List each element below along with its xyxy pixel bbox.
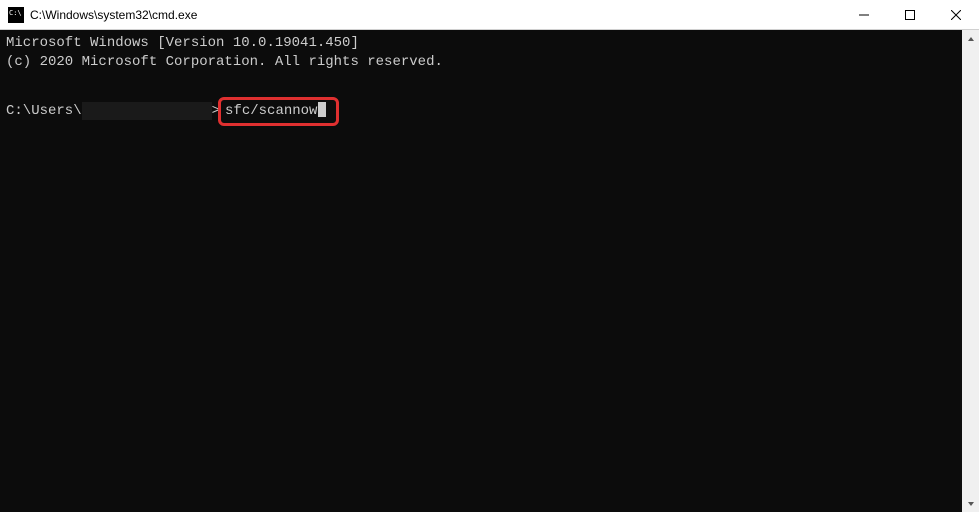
close-button[interactable] [933,0,979,29]
copyright-line: (c) 2020 Microsoft Corporation. All righ… [6,53,973,72]
scroll-up-arrow-icon[interactable] [962,30,979,47]
cursor-icon [318,102,326,117]
window-controls [841,0,979,29]
terminal-area[interactable]: Microsoft Windows [Version 10.0.19041.45… [0,30,979,512]
version-line: Microsoft Windows [Version 10.0.19041.45… [6,34,973,53]
blank-line [6,72,973,91]
redacted-username [82,102,212,120]
minimize-button[interactable] [841,0,887,29]
titlebar[interactable]: C:\Windows\system32\cmd.exe [0,0,979,30]
prompt-line: C:\Users\ > sfc/scannow [6,97,973,126]
prompt-path-prefix: C:\Users\ [6,102,82,121]
maximize-button[interactable] [887,0,933,29]
scroll-track[interactable] [962,47,979,495]
cmd-icon [8,7,24,23]
vertical-scrollbar[interactable] [962,30,979,512]
cmd-window: C:\Windows\system32\cmd.exe Microsoft Wi… [0,0,979,512]
window-title: C:\Windows\system32\cmd.exe [30,8,841,22]
command-highlight: sfc/scannow [218,97,339,126]
command-input[interactable]: sfc/scannow [225,103,317,119]
scroll-down-arrow-icon[interactable] [962,495,979,512]
